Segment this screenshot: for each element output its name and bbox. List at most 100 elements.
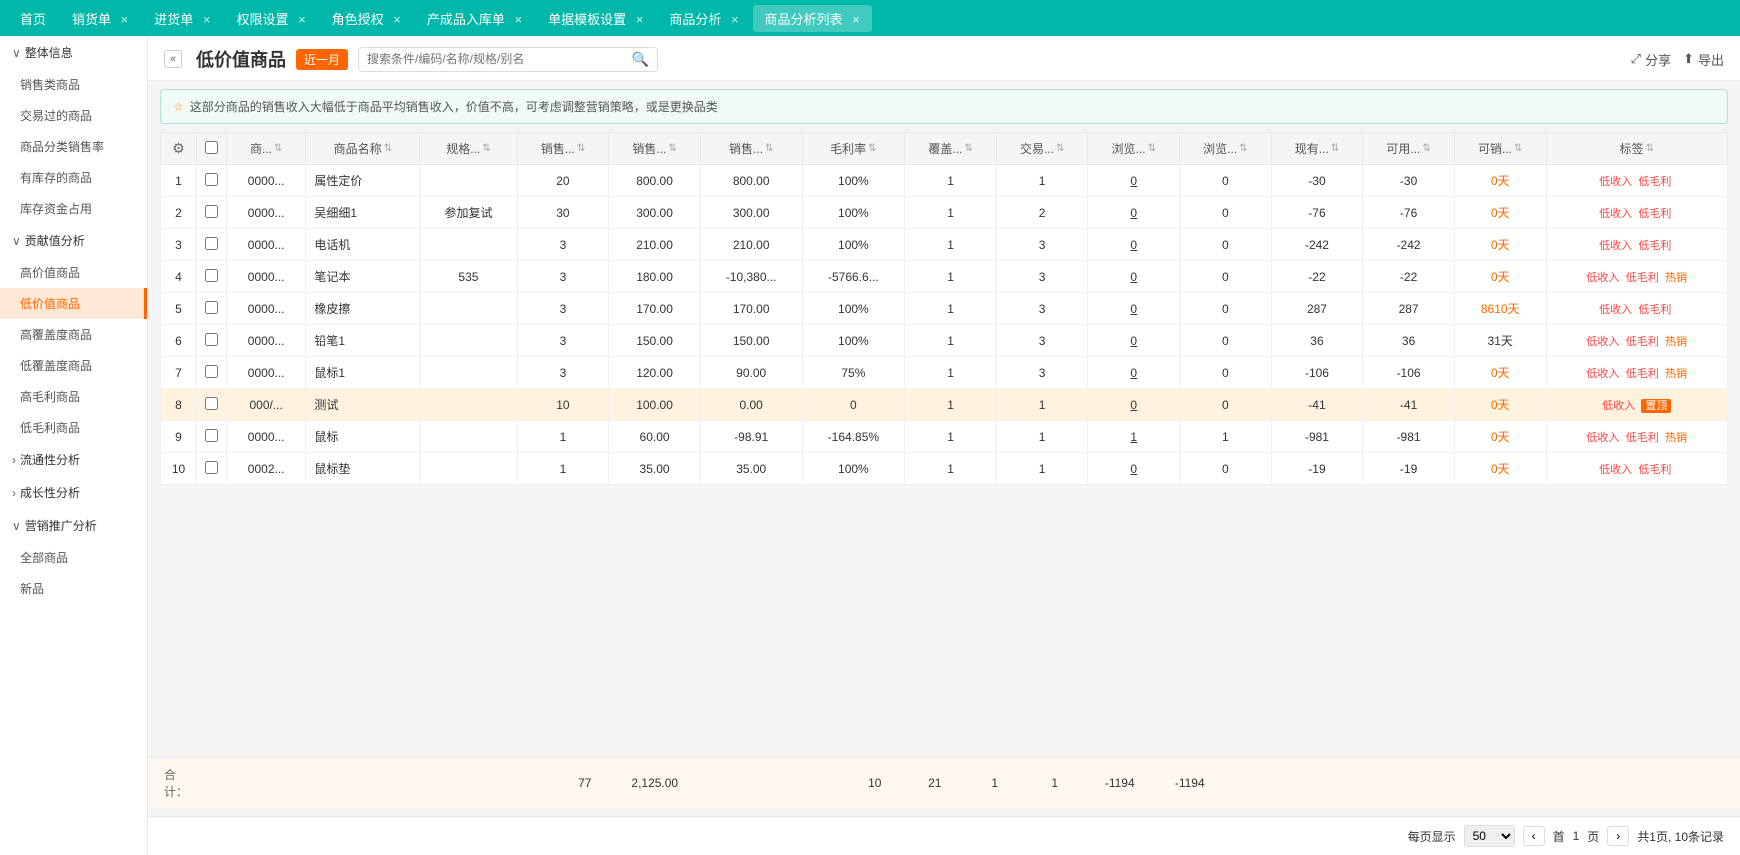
col-checkbox[interactable] — [197, 133, 227, 165]
cell-views1[interactable]: 0 — [1088, 261, 1180, 293]
sort-trans-icon[interactable]: ⇅ — [1056, 143, 1064, 154]
sort-qty-icon[interactable]: ⇅ — [577, 143, 585, 154]
nav-analysis-list[interactable]: 商品分析列表 × — [753, 5, 872, 32]
nav-sales[interactable]: 销货单 × — [60, 5, 140, 32]
sidebar-item-high-coverage[interactable]: 高覆盖度商品 — [0, 319, 147, 350]
col-margin[interactable]: 毛利率 ⇅ — [802, 133, 905, 165]
sort-views1-icon[interactable]: ⇅ — [1148, 143, 1156, 154]
cell-checkbox[interactable] — [197, 261, 227, 293]
close-template-icon[interactable]: × — [636, 12, 644, 27]
next-page-btn[interactable]: › — [1607, 826, 1629, 846]
nav-purchase[interactable]: 进货单 × — [142, 5, 222, 32]
close-production-icon[interactable]: × — [515, 12, 523, 27]
cell-views1[interactable]: 1 — [1088, 421, 1180, 453]
search-input[interactable] — [367, 52, 626, 66]
col-code[interactable]: 商... ⇅ — [227, 133, 306, 165]
close-roles-icon[interactable]: × — [393, 12, 401, 27]
sidebar-group-overview[interactable]: ∨ 整体信息 — [0, 36, 147, 69]
export-btn[interactable]: ⬆ 导出 — [1683, 50, 1724, 69]
row-checkbox[interactable] — [205, 429, 218, 442]
row-checkbox[interactable] — [205, 461, 218, 474]
cell-views1[interactable]: 0 — [1088, 229, 1180, 261]
sidebar-group-circulation[interactable]: › 流通性分析 — [0, 443, 147, 476]
nav-template[interactable]: 单据模板设置 × — [536, 5, 655, 32]
col-tags[interactable]: 标签 ⇅ — [1546, 133, 1728, 165]
select-all-checkbox[interactable] — [205, 141, 218, 154]
row-checkbox[interactable] — [205, 333, 218, 346]
views-link[interactable]: 0 — [1130, 462, 1137, 476]
col-views1[interactable]: 浏览... ⇅ — [1088, 133, 1180, 165]
sort-name-icon[interactable]: ⇅ — [384, 143, 392, 154]
cell-checkbox[interactable] — [197, 325, 227, 357]
cell-views1[interactable]: 0 — [1088, 453, 1180, 485]
sidebar-item-sales-goods[interactable]: 销售类商品 — [0, 69, 147, 100]
cell-checkbox[interactable] — [197, 293, 227, 325]
sidebar-group-contribution[interactable]: ∨ 贡献值分析 — [0, 224, 147, 257]
sidebar-item-category-rate[interactable]: 商品分类销售率 — [0, 131, 147, 162]
col-current[interactable]: 现有... ⇅ — [1271, 133, 1363, 165]
sort-code-icon[interactable]: ⇅ — [274, 143, 282, 154]
horizontal-scrollbar[interactable] — [160, 808, 1728, 816]
cell-views1[interactable]: 0 — [1088, 165, 1180, 197]
sidebar-item-low-coverage[interactable]: 低覆盖度商品 — [0, 350, 147, 381]
search-icon[interactable]: 🔍 — [632, 51, 649, 68]
nav-permissions[interactable]: 权限设置 × — [224, 5, 317, 32]
nav-production[interactable]: 产成品入库单 × — [415, 5, 534, 32]
row-checkbox[interactable] — [205, 301, 218, 314]
col-spec[interactable]: 规格... ⇅ — [420, 133, 517, 165]
views-link[interactable]: 0 — [1130, 174, 1137, 188]
sidebar-item-stock-capital[interactable]: 库存资金占用 — [0, 193, 147, 224]
close-purchase-icon[interactable]: × — [203, 12, 211, 27]
sort-saleable-icon[interactable]: ⇅ — [1514, 143, 1522, 154]
row-checkbox[interactable] — [205, 205, 218, 218]
close-analysis-list-icon[interactable]: × — [852, 12, 860, 27]
settings-icon[interactable]: ⚙ — [172, 140, 185, 156]
sort-amount-icon[interactable]: ⇅ — [765, 143, 773, 154]
cell-views1[interactable]: 0 — [1088, 293, 1180, 325]
col-name[interactable]: 商品名称 ⇅ — [306, 133, 420, 165]
close-permissions-icon[interactable]: × — [298, 12, 306, 27]
sidebar-item-new-goods[interactable]: 新品 — [0, 573, 147, 604]
cell-views1[interactable]: 0 — [1088, 357, 1180, 389]
sort-views2-icon[interactable]: ⇅ — [1239, 143, 1247, 154]
views-link[interactable]: 0 — [1130, 206, 1137, 220]
col-available[interactable]: 可用... ⇅ — [1363, 133, 1455, 165]
col-sales-price[interactable]: 销售... ⇅ — [609, 133, 701, 165]
sidebar-item-traded-goods[interactable]: 交易过的商品 — [0, 100, 147, 131]
views-link[interactable]: 0 — [1130, 398, 1137, 412]
views-link[interactable]: 0 — [1130, 366, 1137, 380]
sort-current-icon[interactable]: ⇅ — [1331, 143, 1339, 154]
sidebar-group-marketing[interactable]: ∨ 营销推广分析 — [0, 509, 147, 542]
cell-views1[interactable]: 0 — [1088, 389, 1180, 421]
col-coverage[interactable]: 覆盖... ⇅ — [905, 133, 997, 165]
sort-avail-icon[interactable]: ⇅ — [1422, 143, 1430, 154]
cell-views1[interactable]: 0 — [1088, 197, 1180, 229]
views-link[interactable]: 0 — [1130, 302, 1137, 316]
col-sales-qty[interactable]: 销售... ⇅ — [517, 133, 609, 165]
table-container[interactable]: ⚙ 商... ⇅ 商品名称 ⇅ 规格... ⇅ 销售... ⇅ 销售... ⇅ … — [160, 132, 1728, 757]
views-link[interactable]: 0 — [1130, 238, 1137, 252]
cell-checkbox[interactable] — [197, 229, 227, 261]
cell-checkbox[interactable] — [197, 197, 227, 229]
views-link[interactable]: 0 — [1130, 270, 1137, 284]
sidebar-item-high-margin[interactable]: 高毛利商品 — [0, 381, 147, 412]
nav-roles[interactable]: 角色授权 × — [320, 5, 413, 32]
sidebar-item-low-value[interactable]: 低价值商品 — [0, 288, 147, 319]
views-link[interactable]: 1 — [1130, 430, 1137, 444]
col-views2[interactable]: 浏览... ⇅ — [1180, 133, 1272, 165]
cell-checkbox[interactable] — [197, 421, 227, 453]
col-transactions[interactable]: 交易... ⇅ — [996, 133, 1088, 165]
cell-checkbox[interactable] — [197, 357, 227, 389]
sort-price-icon[interactable]: ⇅ — [668, 143, 676, 154]
row-checkbox[interactable] — [205, 397, 218, 410]
col-settings[interactable]: ⚙ — [161, 133, 197, 165]
close-sales-icon[interactable]: × — [121, 12, 129, 27]
col-saleable[interactable]: 可销... ⇅ — [1454, 133, 1546, 165]
sidebar-collapse-btn[interactable]: « — [164, 50, 182, 68]
share-btn[interactable]: ⤢ 分享 — [1631, 50, 1671, 69]
sidebar-item-low-margin[interactable]: 低毛利商品 — [0, 412, 147, 443]
sort-tags-icon[interactable]: ⇅ — [1646, 143, 1654, 154]
col-sales-amount[interactable]: 销售... ⇅ — [700, 133, 802, 165]
cell-checkbox[interactable] — [197, 453, 227, 485]
views-link[interactable]: 0 — [1130, 334, 1137, 348]
